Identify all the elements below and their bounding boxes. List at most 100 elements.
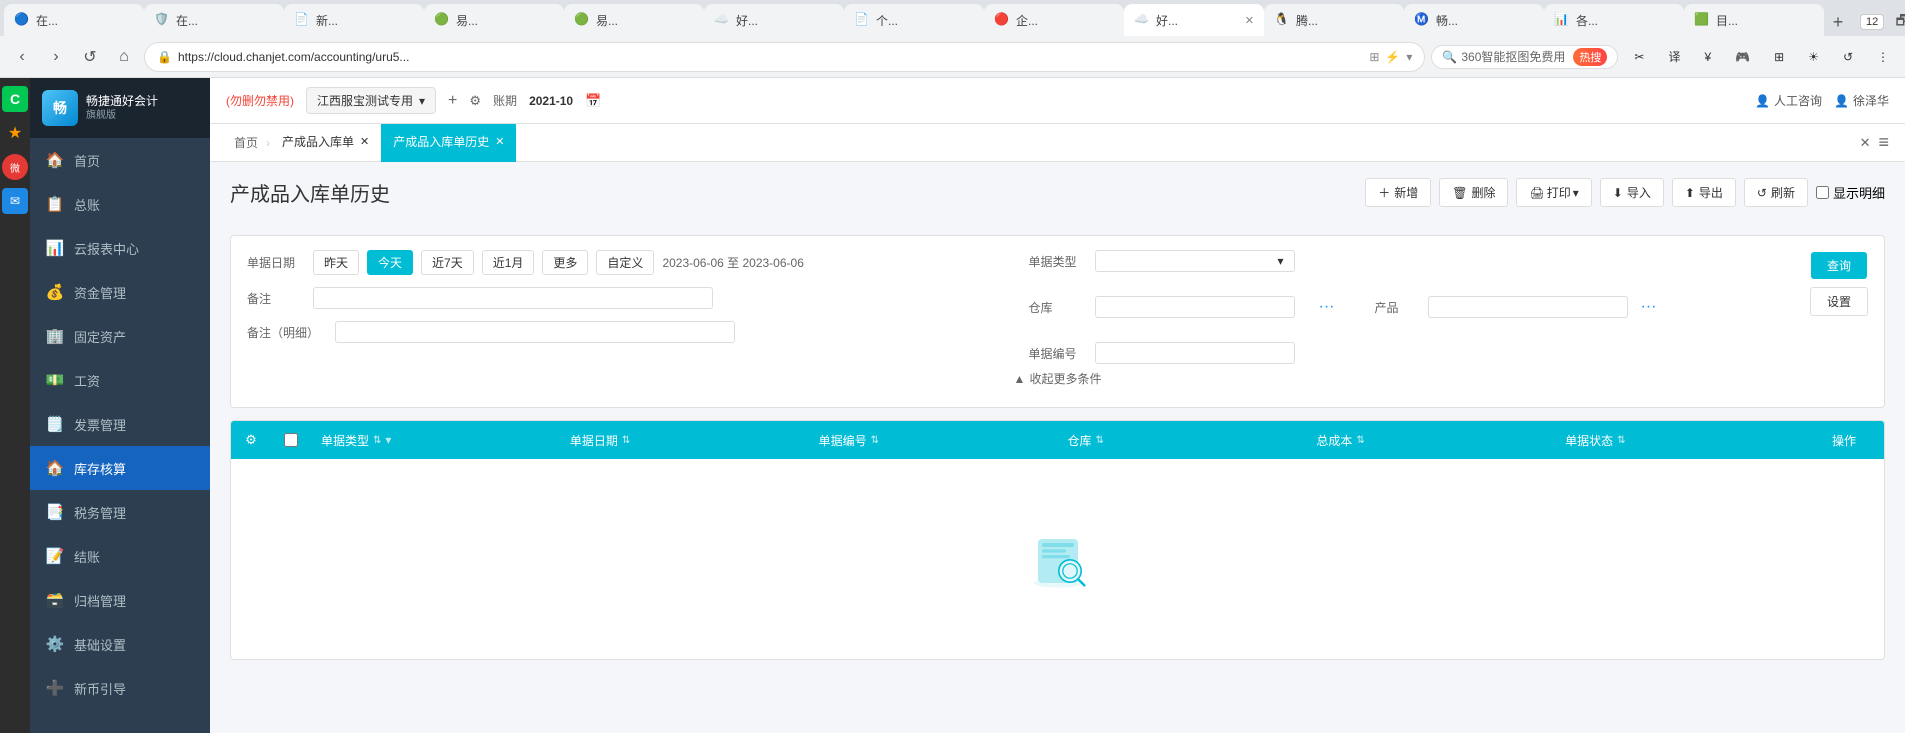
theme-btn[interactable]: ☀ xyxy=(1800,47,1827,67)
product-dots[interactable]: ··· xyxy=(1632,298,1664,316)
show-fields-toggle[interactable]: 显示明细 xyxy=(1816,183,1885,202)
dropdown-icon[interactable]: ▾ xyxy=(1406,50,1412,64)
sidebar-item-fixed-assets[interactable]: 🏢 固定资产 xyxy=(30,314,210,358)
archive-icon: 🗃️ xyxy=(46,591,64,609)
th-status[interactable]: 单据状态 ⇅ xyxy=(1555,432,1804,449)
sidebar-item-new-billing[interactable]: ➕ 新币引导 xyxy=(30,666,210,710)
date-btn-last-month[interactable]: 近1月 xyxy=(482,250,535,275)
sidebar-item-inventory[interactable]: 🏠 库存核算 xyxy=(30,446,210,490)
th-cost[interactable]: 总成本 ⇅ xyxy=(1306,432,1555,449)
restore-button[interactable]: 🗗 xyxy=(1888,8,1905,36)
sidebar-item-cloud-report[interactable]: 📊 云报表中心 xyxy=(30,226,210,270)
th-type-dropdown[interactable]: ▾ xyxy=(385,433,391,447)
browser-tab-10[interactable]: 🐧 腾... xyxy=(1264,4,1404,36)
company-select[interactable]: 江西服宝测试专用 ▾ xyxy=(306,87,436,114)
tab-close-9[interactable]: ✕ xyxy=(1245,14,1254,27)
warehouse-filter-input[interactable] xyxy=(1095,296,1295,318)
sidebar-item-ledger[interactable]: 📋 总账 xyxy=(30,182,210,226)
collapse-btn[interactable]: ▲ 收起更多条件 xyxy=(247,364,1868,393)
settings-icon-btn[interactable]: ⚙ xyxy=(469,93,481,109)
forward-button[interactable]: › xyxy=(42,43,70,71)
game-btn[interactable]: 🎮 xyxy=(1727,47,1758,67)
date-btn-today[interactable]: 今天 xyxy=(367,250,413,275)
query-button[interactable]: 查询 xyxy=(1811,252,1867,279)
icon-sidebar-star[interactable]: ★ xyxy=(2,120,28,146)
th-warehouse[interactable]: 仓库 ⇅ xyxy=(1057,432,1306,449)
table-select-all[interactable] xyxy=(271,433,311,447)
search-bar[interactable]: 🔍 360智能抠图免费用 热搜 xyxy=(1431,45,1618,69)
browser-tab-9[interactable]: ☁️ 好... ✕ xyxy=(1124,4,1264,36)
browser-tab-5[interactable]: 🟢 易... xyxy=(564,4,704,36)
sidebar-item-fund[interactable]: 💰 资金管理 xyxy=(30,270,210,314)
print-btn[interactable]: 🖨 打印 ▾ xyxy=(1516,178,1591,207)
delete-btn[interactable]: 🗑 删除 xyxy=(1439,178,1508,207)
browser-tab-6[interactable]: ☁️ 好... xyxy=(704,4,844,36)
th-date[interactable]: 单据日期 ⇅ xyxy=(560,432,809,449)
apps-btn[interactable]: ⊞ xyxy=(1766,47,1792,67)
scissors-btn[interactable]: ✂ xyxy=(1626,47,1652,67)
date-btn-last7[interactable]: 近7天 xyxy=(421,250,474,275)
add-btn[interactable]: ＋ 新增 xyxy=(1365,178,1431,207)
refresh-btn[interactable]: ↺ 刷新 xyxy=(1744,178,1808,207)
show-fields-checkbox[interactable] xyxy=(1816,186,1829,199)
note-detail-input[interactable] xyxy=(335,321,735,343)
back-button[interactable]: ‹ xyxy=(8,43,36,71)
tab-area-menu[interactable]: ≡ xyxy=(1878,132,1889,153)
address-input[interactable]: 🔒 https://cloud.chanjet.com/accounting/u… xyxy=(144,42,1425,72)
sidebar-item-basic-settings[interactable]: ⚙️ 基础设置 xyxy=(30,622,210,666)
th-no[interactable]: 单据编号 ⇅ xyxy=(809,432,1058,449)
tab-area-close[interactable]: ✕ xyxy=(1860,135,1871,151)
browser-tab-2[interactable]: 🛡️ 在... xyxy=(144,4,284,36)
export-btn[interactable]: ⬆ 导出 xyxy=(1672,178,1736,207)
calendar-icon[interactable]: 📅 xyxy=(585,93,601,109)
breadcrumb-home[interactable]: 首页 xyxy=(226,124,266,162)
table-gear-btn[interactable]: ⚙ xyxy=(231,432,271,448)
undo-btn[interactable]: ↺ xyxy=(1835,47,1861,67)
browser-tab-13[interactable]: 🟩 目... xyxy=(1684,4,1824,36)
sidebar-item-settlement[interactable]: 📝 结账 xyxy=(30,534,210,578)
browser-tab-4[interactable]: 🟢 易... xyxy=(424,4,564,36)
browser-tab-3[interactable]: 📄 新... xyxy=(284,4,424,36)
setting-button[interactable]: 设置 xyxy=(1810,287,1868,316)
sidebar-item-invoice[interactable]: 🗒️ 发票管理 xyxy=(30,402,210,446)
browser-tab-11[interactable]: Ⓜ️ 畅... xyxy=(1404,4,1544,36)
date-btn-more[interactable]: 更多 xyxy=(542,250,588,275)
th-no-label: 单据编号 xyxy=(819,432,867,449)
page-tab-history-close[interactable]: ✕ xyxy=(495,135,504,148)
select-all-checkbox[interactable] xyxy=(284,433,298,447)
browser-tab-12[interactable]: 📊 各... xyxy=(1544,4,1684,36)
sidebar-item-archive[interactable]: 🗃️ 归档管理 xyxy=(30,578,210,622)
home-button[interactable]: ⌂ xyxy=(110,43,138,71)
wallet-btn[interactable]: ¥ xyxy=(1696,47,1719,67)
note-filter-input[interactable] xyxy=(313,287,713,309)
date-btn-custom[interactable]: 自定义 xyxy=(596,250,654,275)
user-avatar[interactable]: 👤 徐泽华 xyxy=(1834,92,1889,109)
th-type[interactable]: 单据类型 ⇅ ▾ xyxy=(311,432,560,449)
sidebar-item-tax[interactable]: 📑 税务管理 xyxy=(30,490,210,534)
import-btn[interactable]: ⬇ 导入 xyxy=(1600,178,1664,207)
consultant-btn[interactable]: 👤 人工咨询 xyxy=(1755,92,1822,109)
browser-tab-8[interactable]: 🔴 企... xyxy=(984,4,1124,36)
no-filter-input[interactable] xyxy=(1095,342,1295,364)
sidebar-item-payroll[interactable]: 💵 工资 xyxy=(30,358,210,402)
warehouse-dots[interactable]: ··· xyxy=(1311,298,1343,316)
tab-icon-7: 📄 xyxy=(854,12,870,28)
sidebar-item-home[interactable]: 🏠 首页 xyxy=(30,138,210,182)
tab-add-button[interactable]: + xyxy=(1824,8,1852,36)
type-filter-select[interactable]: ▾ xyxy=(1095,250,1295,272)
page-tab-list-close[interactable]: ✕ xyxy=(360,135,369,148)
icon-sidebar-weibo[interactable]: 微 xyxy=(2,154,28,180)
date-btn-yesterday[interactable]: 昨天 xyxy=(313,250,359,275)
browser-tab-7[interactable]: 📄 个... xyxy=(844,4,984,36)
refresh-button[interactable]: ↺ xyxy=(76,43,104,71)
sidebar-company-info: 畅捷通好会计 旗舰版 xyxy=(86,94,158,123)
translate-btn[interactable]: 译 xyxy=(1660,45,1688,68)
menu-btn[interactable]: ⋮ xyxy=(1869,47,1897,67)
icon-sidebar-email[interactable]: ✉ xyxy=(2,188,28,214)
page-tab-list[interactable]: 产成品入库单 ✕ xyxy=(270,124,381,162)
page-tab-history[interactable]: 产成品入库单历史 ✕ xyxy=(381,124,516,162)
browser-tab-1[interactable]: 🔵 在... xyxy=(4,4,144,36)
icon-sidebar-logo[interactable]: C xyxy=(2,86,28,112)
add-company-btn[interactable]: + xyxy=(448,92,457,110)
product-filter-input[interactable] xyxy=(1428,296,1628,318)
